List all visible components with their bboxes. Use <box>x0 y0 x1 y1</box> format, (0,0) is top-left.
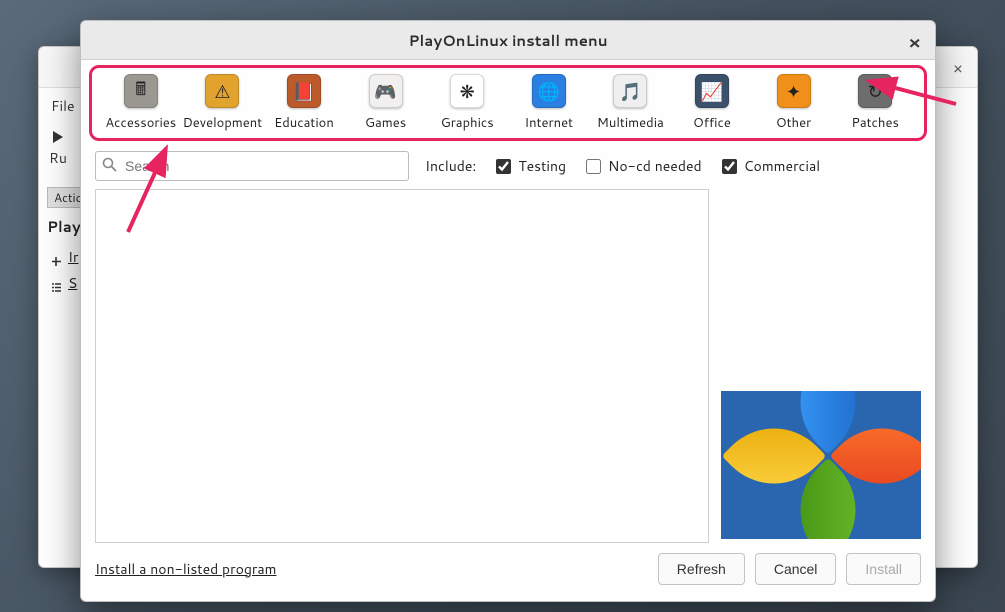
category-label: Graphics <box>441 114 494 132</box>
category-label: Education <box>274 114 334 132</box>
category-label: Office <box>693 114 731 132</box>
graphics-icon: ❋ <box>450 74 484 108</box>
games-icon: 🎮 <box>369 74 403 108</box>
category-graphics[interactable]: ❋ Graphics <box>426 74 508 132</box>
cancel-button[interactable]: Cancel <box>755 553 837 585</box>
search-icon <box>102 156 117 177</box>
education-icon: 📕 <box>287 74 321 108</box>
internet-icon: 🌐 <box>532 74 566 108</box>
multimedia-icon: 🎵 <box>613 74 647 108</box>
close-icon[interactable]: × <box>908 29 921 55</box>
category-accessories[interactable]: 🖩 Accessories <box>100 74 182 132</box>
install-nonlisted-link[interactable]: Install a non-listed program <box>95 559 277 579</box>
dialog-title: PlayOnLinux install menu <box>408 30 607 51</box>
sidebar-settings-link[interactable]: S <box>68 273 77 293</box>
patches-icon: ↻ <box>858 74 892 108</box>
close-icon[interactable]: × <box>953 57 963 80</box>
category-development[interactable]: ⚠ Development <box>182 74 264 132</box>
office-icon: 📈 <box>695 74 729 108</box>
filter-row: Include: Testing No-cd needed Commercial <box>81 141 935 185</box>
preview-column <box>721 189 921 543</box>
testing-checkbox[interactable] <box>496 159 511 174</box>
category-bar: 🖩 Accessories ⚠ Development 📕 Education 🎮 Games… <box>89 65 927 141</box>
category-label: Internet <box>525 114 573 132</box>
refresh-button[interactable]: Refresh <box>658 553 745 585</box>
include-option-label: Commercial <box>744 156 821 176</box>
play-icon <box>53 131 63 143</box>
install-button[interactable]: Install <box>846 553 921 585</box>
category-label: Development <box>183 114 263 132</box>
other-icon: ✦ <box>777 74 811 108</box>
menu-file[interactable]: File <box>51 96 75 116</box>
preview-image <box>721 391 921 539</box>
category-patches[interactable]: ↻ Patches <box>834 74 916 132</box>
category-label: Accessories <box>105 114 176 132</box>
main-content <box>81 185 935 543</box>
development-icon: ⚠ <box>205 74 239 108</box>
include-label: Include: <box>425 156 476 176</box>
category-label: Multimedia <box>597 114 664 132</box>
plus-icon <box>51 252 62 263</box>
category-games[interactable]: 🎮 Games <box>345 74 427 132</box>
category-internet[interactable]: 🌐 Internet <box>508 74 590 132</box>
category-label: Patches <box>851 114 899 132</box>
category-education[interactable]: 📕 Education <box>263 74 345 132</box>
run-button-fragment[interactable]: Ru <box>49 148 67 168</box>
category-office[interactable]: 📈 Office <box>671 74 753 132</box>
sidebar-install-link[interactable]: Ir <box>68 247 78 267</box>
include-testing[interactable]: Testing <box>492 156 566 177</box>
accessories-icon: 🖩 <box>124 74 158 108</box>
results-list[interactable] <box>95 189 709 543</box>
install-dialog: PlayOnLinux install menu × 🖩 Accessories ⚠… <box>80 20 936 602</box>
category-label: Games <box>365 114 406 132</box>
category-label: Other <box>776 114 811 132</box>
category-other[interactable]: ✦ Other <box>753 74 835 132</box>
commercial-checkbox[interactable] <box>722 159 737 174</box>
nocd-checkbox[interactable] <box>586 159 601 174</box>
dialog-titlebar: PlayOnLinux install menu × <box>81 21 935 60</box>
category-multimedia[interactable]: 🎵 Multimedia <box>590 74 672 132</box>
list-icon <box>51 278 62 289</box>
dialog-footer: Install a non-listed program Refresh Can… <box>81 543 935 601</box>
include-option-label: No-cd needed <box>608 156 702 176</box>
search-field[interactable] <box>123 157 402 175</box>
search-input[interactable] <box>95 151 409 181</box>
include-nocd[interactable]: No-cd needed <box>582 156 702 177</box>
include-option-label: Testing <box>518 156 566 176</box>
include-commercial[interactable]: Commercial <box>718 156 821 177</box>
